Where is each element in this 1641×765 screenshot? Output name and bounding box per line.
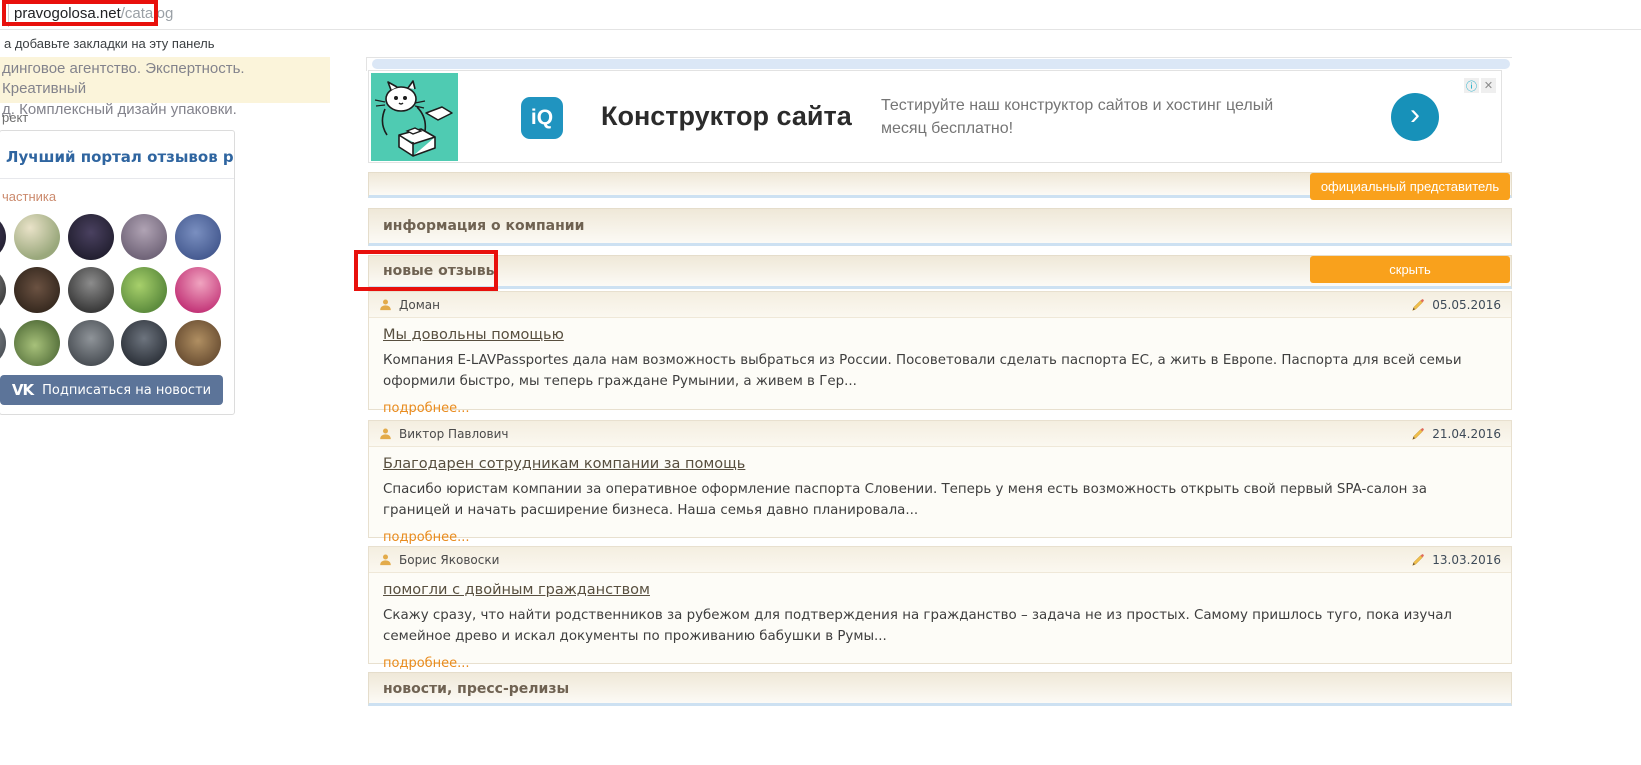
sidebar-ad-line1: динговое агентство. Экспертность. Креати… <box>2 60 245 98</box>
review-date: 21.04.2016 <box>1432 426 1501 441</box>
vk-avatar-grid <box>0 214 234 376</box>
pencil-icon <box>1412 553 1425 566</box>
review-more-link[interactable]: подробнее... <box>383 401 470 416</box>
review-author: Доман <box>399 297 440 312</box>
ad-info-icon[interactable]: ⓘ <box>1464 78 1479 93</box>
bookmarks-bar-hint: а добавьте закладки на эту панель <box>4 36 215 51</box>
url-path: /catalog <box>120 5 174 22</box>
section-news-label: новости, пресс-релизы <box>383 681 570 697</box>
section-company-info[interactable]: информация о компании <box>368 208 1512 246</box>
vk-community-title[interactable]: Лучший портал отзывов pravogolos... <box>0 131 234 178</box>
section-new-reviews[interactable]: новые отзывы скрыть <box>368 255 1512 289</box>
pencil-icon <box>1412 427 1425 440</box>
user-icon <box>380 428 391 440</box>
review-header: Доман 05.05.2016 <box>369 292 1511 318</box>
avatar[interactable] <box>14 320 60 366</box>
avatar[interactable] <box>121 320 167 366</box>
avatar[interactable] <box>121 267 167 313</box>
ad-title[interactable]: Конструктор сайта <box>601 101 852 132</box>
ad-banner: iQ Конструктор сайта Тестируйте наш конс… <box>368 70 1502 163</box>
review-text: Компания E-LAVPassportes дала нам возмож… <box>383 353 1462 389</box>
avatar[interactable] <box>0 214 6 260</box>
sidebar-text-ad[interactable]: динговое агентство. Экспертность. Креати… <box>0 57 330 118</box>
review-more-link[interactable]: подробнее... <box>383 530 470 545</box>
address-bar-divider <box>8 3 9 27</box>
review-title-link[interactable]: Мы довольны помощью <box>383 327 564 343</box>
avatar[interactable] <box>121 214 167 260</box>
url-domain: pravogolosa.net <box>14 5 121 22</box>
avatar[interactable] <box>14 267 60 313</box>
review-title-link[interactable]: помогли с двойным гражданством <box>383 582 650 598</box>
review-date-wrap: 21.04.2016 <box>1411 427 1501 441</box>
avatar[interactable] <box>68 320 114 366</box>
chevron-right-icon: › <box>1410 98 1420 131</box>
avatar[interactable] <box>0 320 6 366</box>
pencil-icon <box>1412 298 1425 311</box>
browser-address-bar: pravogolosa.net/catalog <box>0 0 1641 30</box>
review-author: Борис Яковоски <box>399 552 500 567</box>
avatar[interactable] <box>68 214 114 260</box>
avatar[interactable] <box>175 320 221 366</box>
avatar[interactable] <box>68 267 114 313</box>
review-date-wrap: 05.05.2016 <box>1411 298 1501 312</box>
vk-community-widget: Лучший портал отзывов pravogolos... част… <box>0 130 235 415</box>
review-card: Виктор Павлович 21.04.2016 Благодарен со… <box>368 420 1512 545</box>
user-icon <box>380 299 391 311</box>
content-top-bar <box>372 59 1510 69</box>
review-header: Виктор Павлович 21.04.2016 <box>369 421 1511 447</box>
vk-logo-icon: VK <box>11 381 34 399</box>
hide-reviews-button[interactable]: скрыть <box>1310 256 1510 283</box>
section-news[interactable]: новости, пресс-релизы <box>368 672 1512 706</box>
ad-close-icon[interactable]: ✕ <box>1481 78 1496 93</box>
review-card: Борис Яковоски 13.03.2016 помогли с двой… <box>368 546 1512 671</box>
review-header: Борис Яковоски 13.03.2016 <box>369 547 1511 573</box>
user-icon <box>380 554 391 566</box>
avatar[interactable] <box>175 267 221 313</box>
sidebar-ad-label: рект <box>2 110 29 125</box>
review-date-wrap: 13.03.2016 <box>1411 553 1501 567</box>
review-date: 13.03.2016 <box>1432 552 1501 567</box>
review-text: Спасибо юристам компании за оперативное … <box>383 482 1427 518</box>
ad-description[interactable]: Тестируйте наш конструктор сайтов и хост… <box>881 94 1311 140</box>
cat-drawing-icon <box>374 80 453 157</box>
avatar[interactable] <box>0 267 6 313</box>
review-author: Виктор Павлович <box>399 426 509 441</box>
review-date: 05.05.2016 <box>1432 297 1501 312</box>
vk-subscribe-button[interactable]: VK Подписаться на новости <box>0 375 223 405</box>
ad-cat-image[interactable] <box>371 73 458 161</box>
review-card: Доман 05.05.2016 Мы довольны помощью Ком… <box>368 291 1512 416</box>
address-url[interactable]: pravogolosa.net/catalog <box>14 5 173 22</box>
vk-members-count: частника <box>2 189 57 204</box>
ad-corner-controls: ⓘ ✕ <box>1464 78 1496 93</box>
advertiser-logo[interactable]: iQ <box>521 97 563 139</box>
ad-cta-button[interactable]: › <box>1391 93 1439 141</box>
review-text: Скажу сразу, что найти родственников за … <box>383 608 1452 644</box>
sidebar-ad-line2: д. Комплексный дизайн упаковки. <box>2 100 237 118</box>
section-company-info-label: информация о компании <box>383 218 585 234</box>
avatar[interactable] <box>14 214 60 260</box>
review-more-link[interactable]: подробнее... <box>383 656 470 671</box>
vk-subscribe-label: Подписаться на новости <box>42 382 212 398</box>
vk-divider <box>0 178 234 179</box>
official-representative-button[interactable]: официальный представитель <box>1310 173 1510 200</box>
review-title-link[interactable]: Благодарен сотрудникам компании за помощ… <box>383 456 745 472</box>
official-representative-bar: официальный представитель <box>368 172 1512 200</box>
avatar[interactable] <box>175 214 221 260</box>
